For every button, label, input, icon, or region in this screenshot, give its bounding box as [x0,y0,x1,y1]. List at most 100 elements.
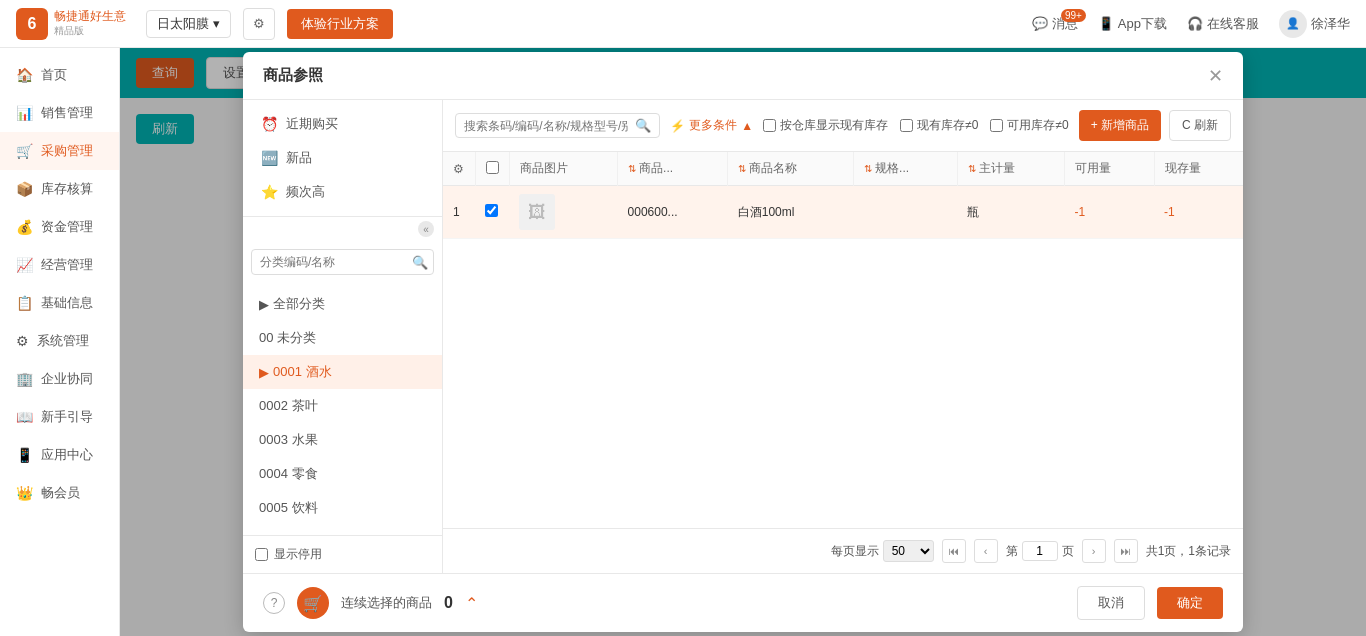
cart-icon[interactable]: 🛒 [297,587,329,619]
arrow-icon: ▶ [259,297,269,312]
select-all-checkbox[interactable] [486,161,499,174]
username: 徐泽华 [1311,15,1350,33]
row-spec [854,186,958,239]
sidebar-item-basicinfo-label: 基础信息 [41,294,93,312]
modal-close-button[interactable]: ✕ [1208,67,1223,85]
sidebar-item-inventory-label: 库存核算 [41,180,93,198]
table-row[interactable]: 1 🖼 000600... 白酒100ml [443,186,1243,239]
gear-icon: ⚙ [253,16,265,31]
prev-page-button[interactable]: ‹ [974,539,998,563]
sidebar-item-member[interactable]: 👑 畅会员 [0,474,119,512]
sidebar-item-purchase[interactable]: 🛒 采购管理 [0,132,119,170]
product-search-input[interactable] [464,119,629,133]
show-disabled-checkbox[interactable] [255,548,268,561]
page-number-input[interactable] [1022,541,1058,561]
sidebar-item-operations[interactable]: 📈 经营管理 [0,246,119,284]
sidebar-item-guide[interactable]: 📖 新手引导 [0,398,119,436]
warehouse-filter-label[interactable]: 按仓库显示现有库存 [763,117,888,134]
avail-ne0-checkbox[interactable] [990,119,1003,132]
col-unit[interactable]: ⇅ 主计量 [957,152,1064,186]
message-badge: 99+ [1061,9,1086,22]
category-all[interactable]: ▶ 全部分类 [243,287,442,321]
category-0005[interactable]: 0005 饮料 [243,491,442,525]
help-button[interactable]: ? [263,592,285,614]
sidebar-item-enterprise[interactable]: 🏢 企业协同 [0,360,119,398]
row-select-checkbox[interactable] [485,204,498,217]
sidebar-item-finance[interactable]: 💰 资金管理 [0,208,119,246]
appcenter-icon: 📱 [16,447,33,463]
avatar: 👤 [1279,10,1307,38]
app-download-btn[interactable]: 📱 App下载 [1098,15,1167,33]
col-checkbox [475,152,509,186]
cancel-button[interactable]: 取消 [1077,586,1145,620]
category-0008[interactable]: 0008 水 [243,525,442,535]
category-0001[interactable]: ▶ 0001 酒水 [243,355,442,389]
sidebar-item-home[interactable]: 🏠 首页 [0,56,119,94]
system-icon: ⚙ [16,333,29,349]
last-page-button[interactable]: ⏭ [1114,539,1138,563]
page-label-end: 页 [1062,543,1074,560]
store-name: 日太阳膜 [157,15,209,33]
purchase-icon: 🛒 [16,143,33,159]
sidebar-item-system[interactable]: ⚙ 系统管理 [0,322,119,360]
warehouse-filter-checkbox[interactable] [763,119,776,132]
tab-frequent[interactable]: ⭐ 频次高 [251,176,434,208]
sidebar-item-sales[interactable]: 📊 销售管理 [0,94,119,132]
filter-expand-icon: ▲ [741,119,753,133]
collapse-footer-icon[interactable]: ⌃ [465,594,478,613]
col-settings[interactable]: ⚙ [443,152,475,186]
collapse-panel-button[interactable]: « [418,221,434,237]
category-0002[interactable]: 0002 茶叶 [243,389,442,423]
gear-button[interactable]: ⚙ [243,8,275,40]
row-code: 000600... [618,186,728,239]
sidebar-item-appcenter[interactable]: 📱 应用中心 [0,436,119,474]
avail-ne0-filter-label[interactable]: 可用库存≠0 [990,117,1068,134]
tab-new-label: 新品 [286,149,312,167]
row-checkbox-cell[interactable] [475,186,509,239]
tab-recent-purchase[interactable]: ⏰ 近期购买 [251,108,434,140]
refresh-button[interactable]: C 刷新 [1169,110,1231,141]
row-image-cell: 🖼 [509,186,618,239]
brand-name: 畅捷通好生意 [54,9,126,25]
category-0003-label: 0003 水果 [259,431,318,449]
page-label: 第 [1006,543,1018,560]
next-page-button[interactable]: › [1082,539,1106,563]
sidebar-item-basicinfo[interactable]: 📋 基础信息 [0,284,119,322]
trial-button[interactable]: 体验行业方案 [287,9,393,39]
category-0003[interactable]: 0003 水果 [243,423,442,457]
store-selector[interactable]: 日太阳膜 ▾ [146,10,231,38]
col-stock: 现存量 [1154,152,1243,186]
first-page-button[interactable]: ⏮ [942,539,966,563]
sort-icon-name: ⇅ [738,163,746,174]
headset-icon: 🎧 [1187,16,1203,31]
col-code[interactable]: ⇅ 商品... [618,152,728,186]
stock-ne0-checkbox[interactable] [900,119,913,132]
sidebar: 🏠 首页 📊 销售管理 🛒 采购管理 📦 库存核算 💰 资金管理 📈 经营管理 … [0,48,120,636]
stock-ne0-filter-label[interactable]: 现有库存≠0 [900,117,978,134]
message-btn[interactable]: 💬 消息 99+ [1032,15,1078,33]
home-icon: 🏠 [16,67,33,83]
category-search-area: 🔍 [243,241,442,283]
more-filter-button[interactable]: ⚡ 更多条件 ▲ [670,117,753,134]
product-image: 🖼 [519,194,555,230]
category-0001-label: 0001 酒水 [273,363,332,381]
category-0004[interactable]: 0004 零食 [243,457,442,491]
star-icon: ⭐ [261,184,278,200]
confirm-button[interactable]: 确定 [1157,587,1223,619]
tab-new-products[interactable]: 🆕 新品 [251,142,434,174]
column-settings-icon[interactable]: ⚙ [453,162,464,176]
add-product-button[interactable]: + 新增商品 [1079,110,1161,141]
col-name[interactable]: ⇅ 商品名称 [728,152,854,186]
sidebar-item-inventory[interactable]: 📦 库存核算 [0,170,119,208]
page-size-dropdown[interactable]: 20 50 100 [883,540,934,562]
category-00[interactable]: 00 未分类 [243,321,442,355]
chevron-down-icon: ▾ [213,16,220,31]
sidebar-item-member-label: 畅会员 [41,484,80,502]
guide-icon: 📖 [16,409,33,425]
sidebar-item-finance-label: 资金管理 [41,218,93,236]
category-search-input[interactable] [251,249,434,275]
show-disabled-label[interactable]: 显示停用 [274,546,322,563]
online-service-btn[interactable]: 🎧 在线客服 [1187,15,1259,33]
user-area[interactable]: 👤 徐泽华 [1279,10,1350,38]
col-spec[interactable]: ⇅ 规格... [854,152,958,186]
